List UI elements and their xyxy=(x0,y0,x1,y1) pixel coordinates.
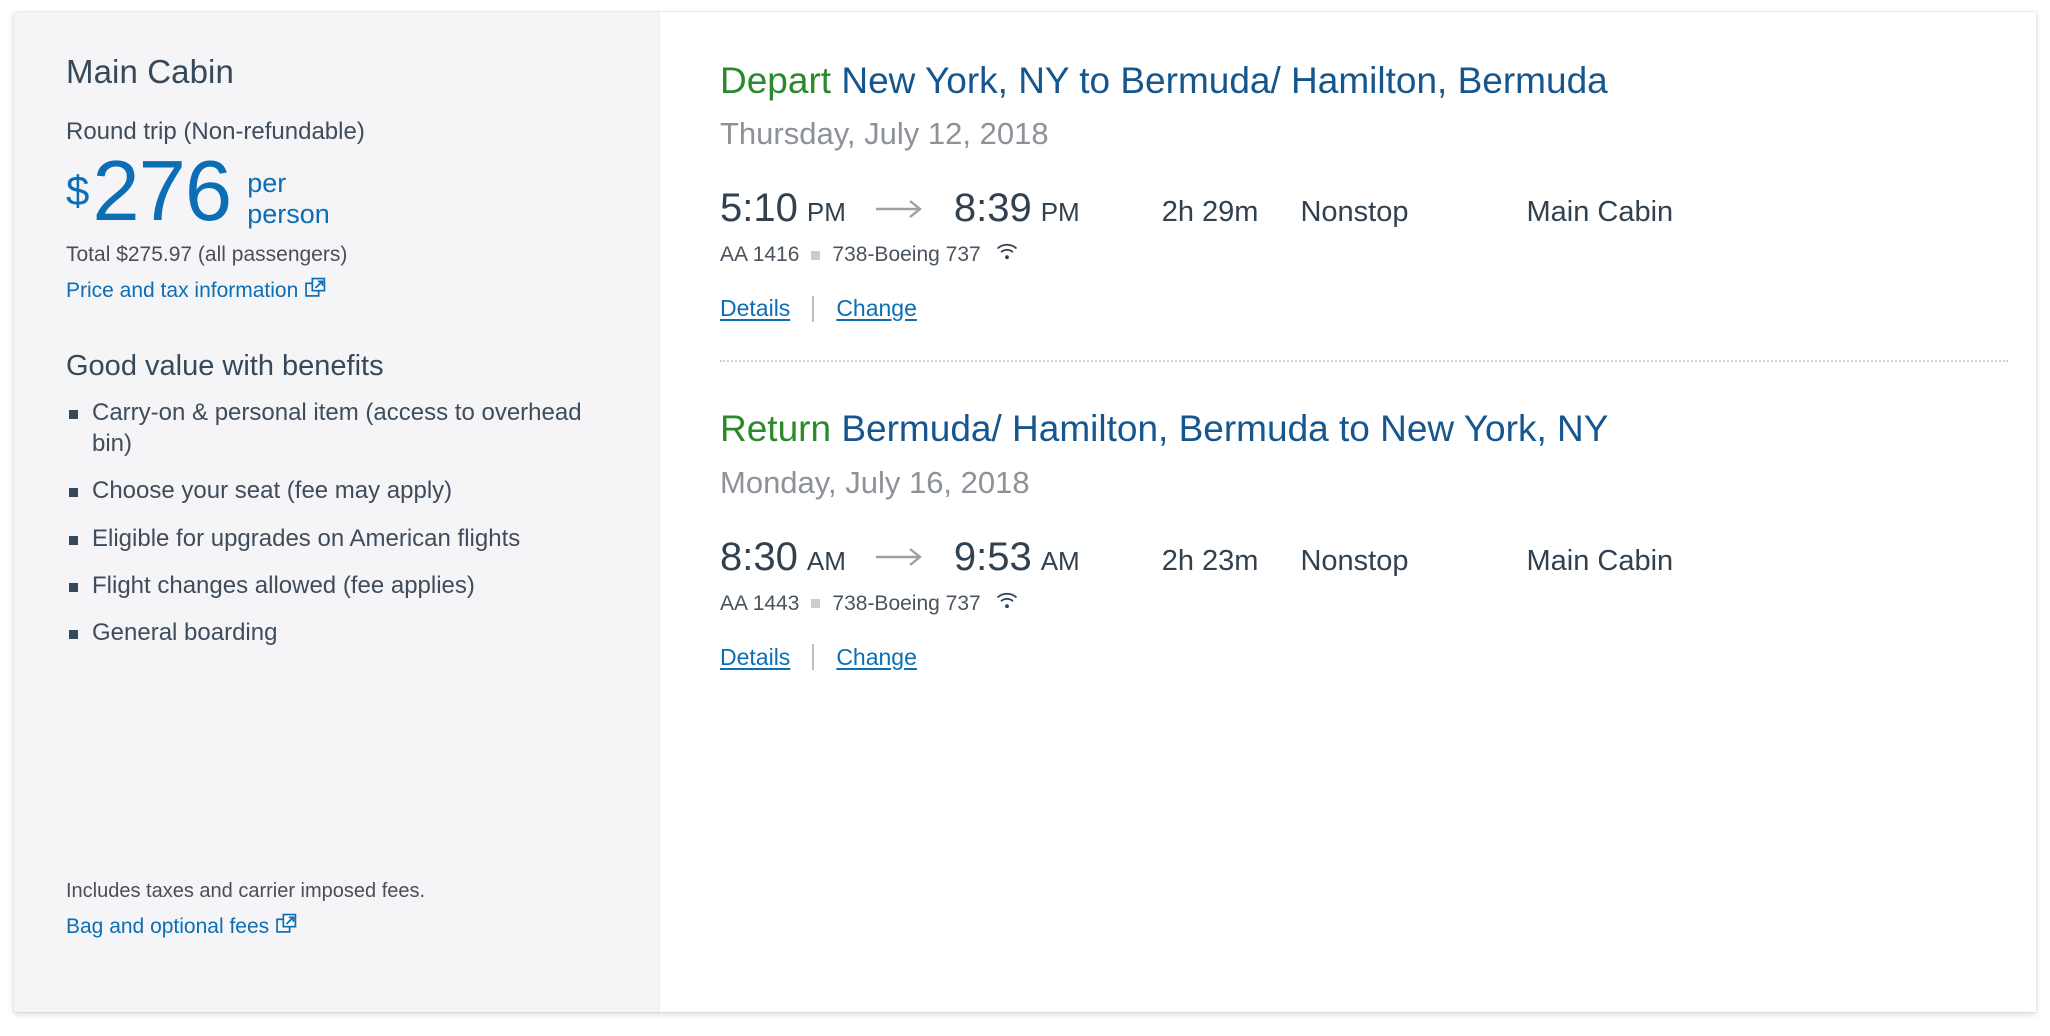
benefits-list: Carry-on & personal item (access to over… xyxy=(66,397,629,648)
segment-divider xyxy=(720,360,2008,363)
currency-symbol: $ xyxy=(66,167,90,215)
flight-cabin: Main Cabin xyxy=(1526,544,1674,577)
details-link[interactable]: Details xyxy=(720,295,790,322)
taxes-fineprint: Includes taxes and carrier imposed fees. xyxy=(66,880,426,902)
bag-fees-link-row: Bag and optional fees xyxy=(66,913,629,940)
per-person-line1: per xyxy=(247,168,287,199)
price-tax-information-label: Price and tax information xyxy=(66,278,299,302)
flight-cabin: Main Cabin xyxy=(1526,196,1674,229)
segment-actions: Details Change xyxy=(720,295,2008,322)
bag-and-optional-fees-label: Bag and optional fees xyxy=(66,914,270,938)
segment-date: Monday, July 16, 2018 xyxy=(720,464,1030,500)
itinerary-details: Depart New York, NY to Bermuda/ Hamilton… xyxy=(660,12,2036,1012)
price-amount: 276 xyxy=(92,144,232,240)
flight-stops: Nonstop xyxy=(1300,196,1409,229)
flight-meta-row: AA 1416 738-Boeing 737 xyxy=(720,243,2008,267)
total-price-label: Total $275.97 (all passengers) xyxy=(66,243,348,267)
segment-direction-label: Depart xyxy=(720,60,832,101)
depart-time: 8:30 xyxy=(720,534,798,579)
benefit-item: General boarding xyxy=(66,617,612,648)
flight-direction-arrow-icon xyxy=(846,545,954,569)
sidebar-footer: Includes taxes and carrier imposed fees.… xyxy=(14,880,659,940)
aircraft-type: 738-Boeing 737 xyxy=(832,243,981,267)
depart-meridiem: PM xyxy=(806,197,846,228)
benefit-item: Carry-on & personal item (access to over… xyxy=(66,397,612,459)
change-link[interactable]: Change xyxy=(836,295,917,322)
benefit-item: Choose your seat (fee may apply) xyxy=(66,475,612,506)
aircraft-type: 738-Boeing 737 xyxy=(832,591,981,615)
benefit-item: Eligible for upgrades on American flight… xyxy=(66,523,612,554)
meta-separator-icon xyxy=(811,250,821,260)
segment-heading: Depart New York, NY to Bermuda/ Hamilton… xyxy=(720,58,2008,104)
segment-actions: Details Change xyxy=(720,644,2008,671)
price-tax-information-link-row: Price and tax information xyxy=(66,277,629,304)
flight-direction-arrow-icon xyxy=(846,197,954,221)
depart-time: 5:10 xyxy=(720,186,798,231)
arrive-time: 8:39 xyxy=(953,186,1032,231)
segment-route-label: New York, NY to Bermuda/ Hamilton, Bermu… xyxy=(841,60,1608,101)
external-link-icon xyxy=(305,277,326,304)
flight-number: AA 1416 xyxy=(720,243,800,267)
flight-meta-row: AA 1443 738-Boeing 737 xyxy=(720,592,2008,616)
segment-date: Thursday, July 12, 2018 xyxy=(720,116,1049,152)
segment-direction-label: Return xyxy=(720,408,832,450)
price-block: $ 276 per person xyxy=(66,144,629,240)
bag-and-optional-fees-link[interactable]: Bag and optional fees xyxy=(66,913,297,940)
flight-times-row: 5:10 PM 8:39 PM 2h 29m Nonstop Main Cabi… xyxy=(720,186,2008,231)
itinerary-card: Main Cabin Round trip (Non-refundable) $… xyxy=(14,12,2036,1012)
segment-route-label: Bermuda/ Hamilton, Bermuda to New York, … xyxy=(841,408,1609,450)
segment-heading: Return Bermuda/ Hamilton, Bermuda to New… xyxy=(720,406,2008,452)
actions-divider xyxy=(812,295,815,322)
trip-type-label: Round trip (Non-refundable) xyxy=(66,118,365,146)
meta-separator-icon xyxy=(811,599,821,608)
fare-sidebar: Main Cabin Round trip (Non-refundable) $… xyxy=(14,12,660,1012)
change-link[interactable]: Change xyxy=(836,644,917,671)
flight-number: AA 1443 xyxy=(720,591,800,615)
flight-duration: 2h 29m xyxy=(1161,196,1259,229)
flight-stops: Nonstop xyxy=(1300,544,1409,577)
segment-return: Return Bermuda/ Hamilton, Bermuda to New… xyxy=(720,406,2008,670)
per-person-label: per person xyxy=(247,168,330,228)
benefit-item: Flight changes allowed (fee applies) xyxy=(66,570,612,601)
flight-summary-screen: Main Cabin Round trip (Non-refundable) $… xyxy=(0,0,2050,1036)
arrive-meridiem: PM xyxy=(1040,197,1080,228)
wifi-icon xyxy=(995,243,1019,267)
depart-meridiem: AM xyxy=(806,545,846,576)
details-link[interactable]: Details xyxy=(720,644,790,671)
price-tax-information-link[interactable]: Price and tax information xyxy=(66,277,326,304)
benefits-title: Good value with benefits xyxy=(66,350,384,383)
cabin-title: Main Cabin xyxy=(66,53,234,90)
arrive-time: 9:53 xyxy=(953,534,1032,579)
wifi-icon xyxy=(995,592,1019,616)
per-person-line2: person xyxy=(247,198,330,229)
segment-depart: Depart New York, NY to Bermuda/ Hamilton… xyxy=(720,58,2008,363)
flight-duration: 2h 23m xyxy=(1161,544,1259,577)
actions-divider xyxy=(812,644,815,670)
external-link-icon xyxy=(276,913,297,940)
flight-times-row: 8:30 AM 9:53 AM 2h 23m Nonstop Main Cabi… xyxy=(720,535,2008,580)
arrive-meridiem: AM xyxy=(1040,545,1080,576)
